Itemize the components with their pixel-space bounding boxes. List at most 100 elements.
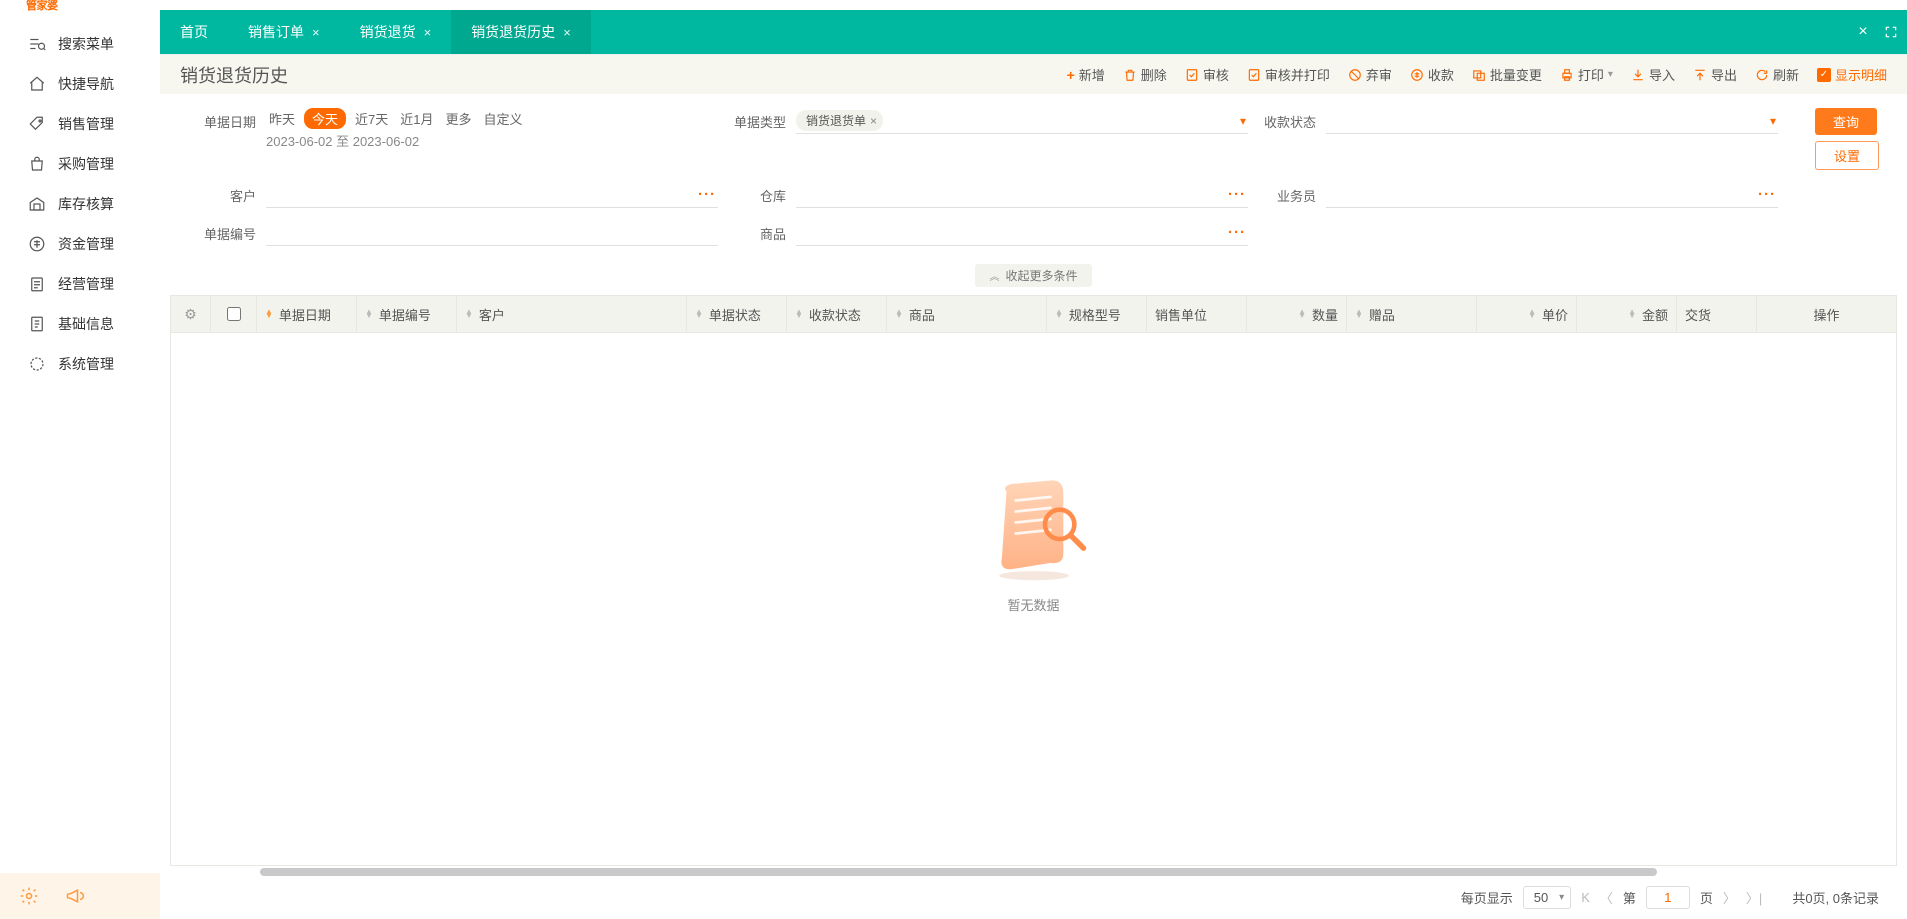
page-input[interactable] [1646, 886, 1690, 909]
th-amount[interactable]: ▲▼金额 [1577, 296, 1677, 332]
batch-icon [1472, 68, 1486, 82]
date-link-yesterday[interactable]: 昨天 [266, 108, 298, 129]
collapse-filters-button[interactable]: ︽ 收起更多条件 [975, 264, 1091, 287]
tag-icon [28, 115, 46, 133]
first-page-button[interactable]: K [1581, 890, 1590, 905]
query-button[interactable]: 查询 [1815, 108, 1877, 135]
th-action: 操作 [1757, 296, 1896, 332]
date-link-1month[interactable]: 近1月 [397, 108, 436, 129]
sidebar-item-purchase[interactable]: 采购管理 [0, 144, 160, 184]
batch-button[interactable]: 批量变更 [1472, 65, 1542, 84]
tab-label: 销货退货历史 [471, 22, 555, 42]
filter-label: 收款状态 [1248, 108, 1326, 131]
filter-actions: 查询 设置 [1815, 108, 1879, 170]
customer-input[interactable]: ··· [266, 182, 718, 208]
sidebar-item-sales[interactable]: 销售管理 [0, 104, 160, 144]
chevron-down-icon[interactable]: ▾ [1240, 114, 1246, 128]
check-doc-icon [1185, 68, 1199, 82]
sidebar-item-business[interactable]: 经营管理 [0, 264, 160, 304]
th-gift[interactable]: ▲▼赠品 [1347, 296, 1477, 332]
th-product[interactable]: ▲▼商品 [887, 296, 1047, 332]
th-customer[interactable]: ▲▼客户 [457, 296, 687, 332]
page-word: 第 [1623, 888, 1636, 907]
receive-button[interactable]: 收款 [1410, 65, 1454, 84]
sidebar-item-search-menu[interactable]: 搜索菜单 [0, 24, 160, 64]
type-input[interactable]: 销货退货单 × ▾ [796, 108, 1248, 134]
th-delivery[interactable]: 交货 [1677, 296, 1757, 332]
ellipsis-icon[interactable]: ··· [698, 186, 716, 203]
export-button[interactable]: 导出 [1693, 65, 1737, 84]
sort-icon: ▲▼ [1298, 310, 1306, 318]
th-checkbox[interactable] [211, 296, 257, 332]
last-page-button[interactable]: 〉| [1746, 888, 1762, 907]
select-all-checkbox[interactable] [227, 307, 241, 321]
page-summary: 共0页, 0条记录 [1792, 888, 1879, 907]
sidebar-item-basic-info[interactable]: 基础信息 [0, 304, 160, 344]
filter-label: 单据编号 [188, 220, 266, 243]
th-price[interactable]: ▲▼单价 [1477, 296, 1577, 332]
date-link-more[interactable]: 更多 [443, 108, 475, 129]
show-detail-toggle[interactable]: ✓ 显示明细 [1817, 65, 1887, 84]
sidebar-item-inventory[interactable]: 库存核算 [0, 184, 160, 224]
gear-icon[interactable] [18, 885, 40, 907]
sort-icon: ▲▼ [465, 310, 473, 318]
th-sale-unit[interactable]: 销售单位 [1147, 296, 1247, 332]
sidebar-item-finance[interactable]: 资金管理 [0, 224, 160, 264]
tab-home[interactable]: 首页 [160, 10, 228, 54]
fullscreen-icon[interactable] [1881, 22, 1901, 42]
tab-sales-return-history[interactable]: 销货退货历史 × [451, 10, 591, 54]
sidebar-list: 搜索菜单 快捷导航 销售管理 采购管理 [0, 10, 160, 873]
next-page-button[interactable]: 〉 [1723, 888, 1736, 907]
search-menu-icon [28, 35, 46, 53]
tab-label: 首页 [180, 22, 208, 42]
main-wrap: 搜索菜单 快捷导航 销售管理 采购管理 [0, 10, 1907, 919]
warehouse-input[interactable]: ··· [796, 182, 1248, 208]
date-link-custom[interactable]: 自定义 [481, 108, 526, 129]
audit-print-button[interactable]: 审核并打印 [1247, 65, 1330, 84]
filter-billno: 单据编号 [188, 220, 718, 246]
horizontal-scrollbar[interactable] [170, 868, 1897, 878]
megaphone-icon[interactable] [64, 885, 86, 907]
close-icon[interactable]: × [312, 25, 320, 40]
salesman-input[interactable]: ··· [1326, 182, 1778, 208]
page-size-select[interactable]: 50 ▾ [1523, 886, 1571, 909]
sidebar-footer [0, 873, 160, 919]
ellipsis-icon[interactable]: ··· [1758, 186, 1776, 203]
abandon-button[interactable]: 弃审 [1348, 65, 1392, 84]
import-button[interactable]: 导入 [1631, 65, 1675, 84]
sidebar-item-quick-nav[interactable]: 快捷导航 [0, 64, 160, 104]
prev-page-button[interactable]: 〈 [1600, 888, 1613, 907]
th-bill-no[interactable]: ▲▼单据编号 [357, 296, 457, 332]
settings-button[interactable]: 设置 [1815, 141, 1879, 170]
topbar: 管家婆 [0, 0, 1907, 10]
add-button[interactable]: + 新增 [1067, 65, 1105, 84]
filter-area: 单据日期 昨天 今天 近7天 近1月 更多 自定义 2023-06-02 至 2… [160, 94, 1907, 295]
ellipsis-icon[interactable]: ··· [1228, 224, 1246, 241]
tab-sales-return[interactable]: 销货退货 × [340, 10, 452, 54]
product-input[interactable]: ··· [796, 220, 1248, 246]
close-all-tabs-button[interactable]: × [1851, 20, 1875, 44]
th-spec[interactable]: ▲▼规格型号 [1047, 296, 1147, 332]
date-link-7days[interactable]: 近7天 [352, 108, 391, 129]
delete-button[interactable]: 删除 [1123, 65, 1167, 84]
tab-label: 销货退货 [360, 22, 416, 42]
th-bill-status[interactable]: ▲▼单据状态 [687, 296, 787, 332]
empty-state: 暂无数据 [979, 473, 1089, 614]
print-button[interactable]: 打印 ▾ [1560, 65, 1613, 84]
close-icon[interactable]: × [563, 25, 571, 40]
th-receive-status[interactable]: ▲▼收款状态 [787, 296, 887, 332]
audit-button[interactable]: 审核 [1185, 65, 1229, 84]
billno-input[interactable] [266, 220, 718, 246]
ellipsis-icon[interactable]: ··· [1228, 186, 1246, 203]
th-bill-date[interactable]: ▲▼单据日期 [257, 296, 357, 332]
tab-sales-order[interactable]: 销售订单 × [228, 10, 340, 54]
receive-status-input[interactable]: ▾ [1326, 108, 1778, 134]
th-settings[interactable]: ⚙ [171, 296, 211, 332]
close-icon[interactable]: × [424, 25, 432, 40]
tag-remove-icon[interactable]: × [870, 114, 877, 128]
date-link-today[interactable]: 今天 [304, 108, 346, 129]
chevron-down-icon[interactable]: ▾ [1770, 114, 1776, 128]
th-qty[interactable]: ▲▼数量 [1247, 296, 1347, 332]
sidebar-item-system[interactable]: 系统管理 [0, 344, 160, 384]
scrollbar-thumb[interactable] [260, 868, 1657, 876]
